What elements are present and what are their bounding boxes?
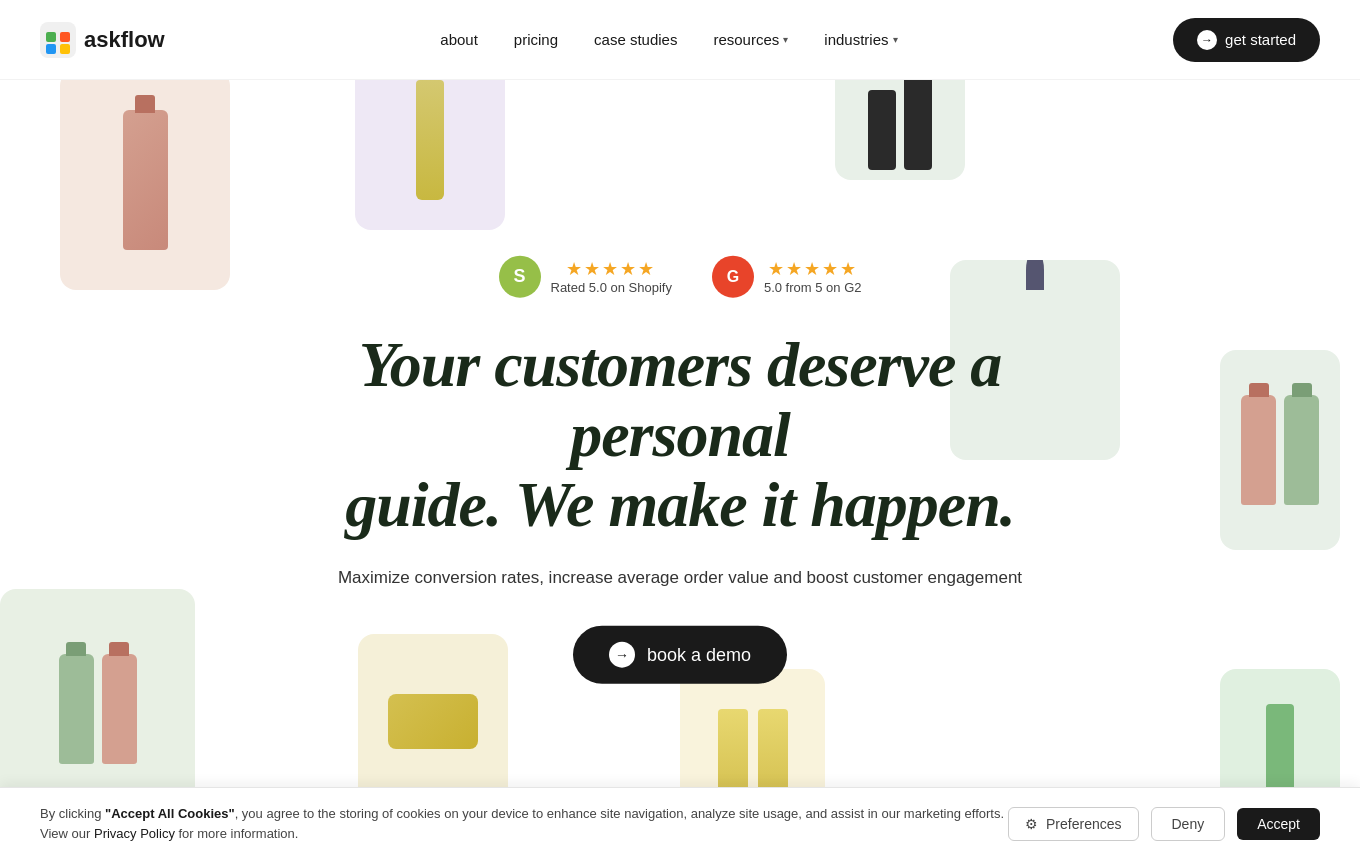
product-card-3 — [835, 80, 965, 180]
product-card-1 — [60, 80, 230, 290]
tube-pink — [1241, 395, 1276, 505]
preferences-button[interactable]: ⚙ Preferences — [1008, 807, 1138, 841]
deny-button[interactable]: Deny — [1151, 807, 1226, 841]
svg-rect-1 — [46, 32, 56, 42]
cream-jar — [388, 694, 478, 749]
nav-resources[interactable]: resources ▾ — [713, 31, 788, 48]
nav-about[interactable]: about — [440, 31, 478, 48]
tube-pink-2 — [102, 654, 137, 764]
get-started-button[interactable]: → get started — [1173, 18, 1320, 62]
nav-industries[interactable]: industries ▾ — [824, 31, 897, 48]
askflow-logo-icon — [40, 22, 76, 58]
shopify-stars: ★★★★★ — [551, 258, 672, 280]
chevron-down-icon: ▾ — [893, 34, 898, 45]
green-tubes-right — [1241, 395, 1319, 505]
hero-subtext: Maximize conversion rates, increase aver… — [300, 564, 1060, 590]
dark-bottle-1 — [868, 90, 896, 170]
g2-label: 5.0 from 5 on G2 — [764, 280, 862, 295]
cookie-text: By clicking "Accept All Cookies", you ag… — [40, 804, 1008, 843]
accept-button[interactable]: Accept — [1237, 808, 1320, 840]
logo[interactable]: askflow — [40, 22, 165, 58]
nav-pricing[interactable]: pricing — [514, 31, 558, 48]
main-content: S ★★★★★ Rated 5.0 on Shopify G ★★★★★ 5.0… — [0, 80, 1360, 859]
product-tube-1 — [123, 110, 168, 250]
product-card-2 — [355, 80, 505, 230]
nav-case-studies[interactable]: case studies — [594, 31, 677, 48]
navbar: askflow about pricing case studies resou… — [0, 0, 1360, 80]
svg-rect-4 — [60, 44, 70, 54]
green-tubes-left — [59, 654, 137, 764]
logo-text: askflow — [84, 27, 165, 53]
yellow-bottle-2 — [758, 709, 788, 799]
tube-sage — [1284, 395, 1319, 505]
arrow-icon: → — [1197, 30, 1217, 50]
book-demo-button[interactable]: → book a demo — [573, 626, 787, 684]
shopify-badge: S — [499, 255, 541, 297]
dark-bottle-2 — [904, 80, 932, 170]
yellow-bottle-1 — [718, 709, 748, 799]
svg-rect-3 — [46, 44, 56, 54]
hero-section: S ★★★★★ Rated 5.0 on Shopify G ★★★★★ 5.0… — [300, 255, 1060, 684]
cookie-actions: ⚙ Preferences Deny Accept — [1008, 807, 1320, 841]
ratings-row: S ★★★★★ Rated 5.0 on Shopify G ★★★★★ 5.0… — [300, 255, 1060, 297]
product-card-5 — [1220, 350, 1340, 550]
hero-heading: Your customers deserve a personal guide.… — [300, 329, 1060, 540]
g2-stars: ★★★★★ — [764, 258, 862, 280]
g2-rating: G ★★★★★ 5.0 from 5 on G2 — [712, 255, 862, 297]
privacy-policy-link[interactable]: Privacy Policy — [94, 826, 175, 841]
chevron-down-icon: ▾ — [783, 34, 788, 45]
g2-badge: G — [712, 255, 754, 297]
cookie-banner: By clicking "Accept All Cookies", you ag… — [0, 787, 1360, 859]
svg-rect-2 — [60, 32, 70, 42]
product-serum — [416, 80, 444, 200]
arrow-icon: → — [609, 642, 635, 668]
nav-links: about pricing case studies resources ▾ i… — [440, 31, 897, 48]
yellow-bottles — [718, 709, 788, 799]
accept-all-text: "Accept All Cookies" — [105, 806, 235, 821]
dark-bottles — [868, 80, 932, 170]
gear-icon: ⚙ — [1025, 816, 1038, 832]
shopify-label: Rated 5.0 on Shopify — [551, 280, 672, 295]
tube-sage-2 — [59, 654, 94, 764]
svg-rect-0 — [40, 22, 76, 58]
shopify-rating: S ★★★★★ Rated 5.0 on Shopify — [499, 255, 672, 297]
